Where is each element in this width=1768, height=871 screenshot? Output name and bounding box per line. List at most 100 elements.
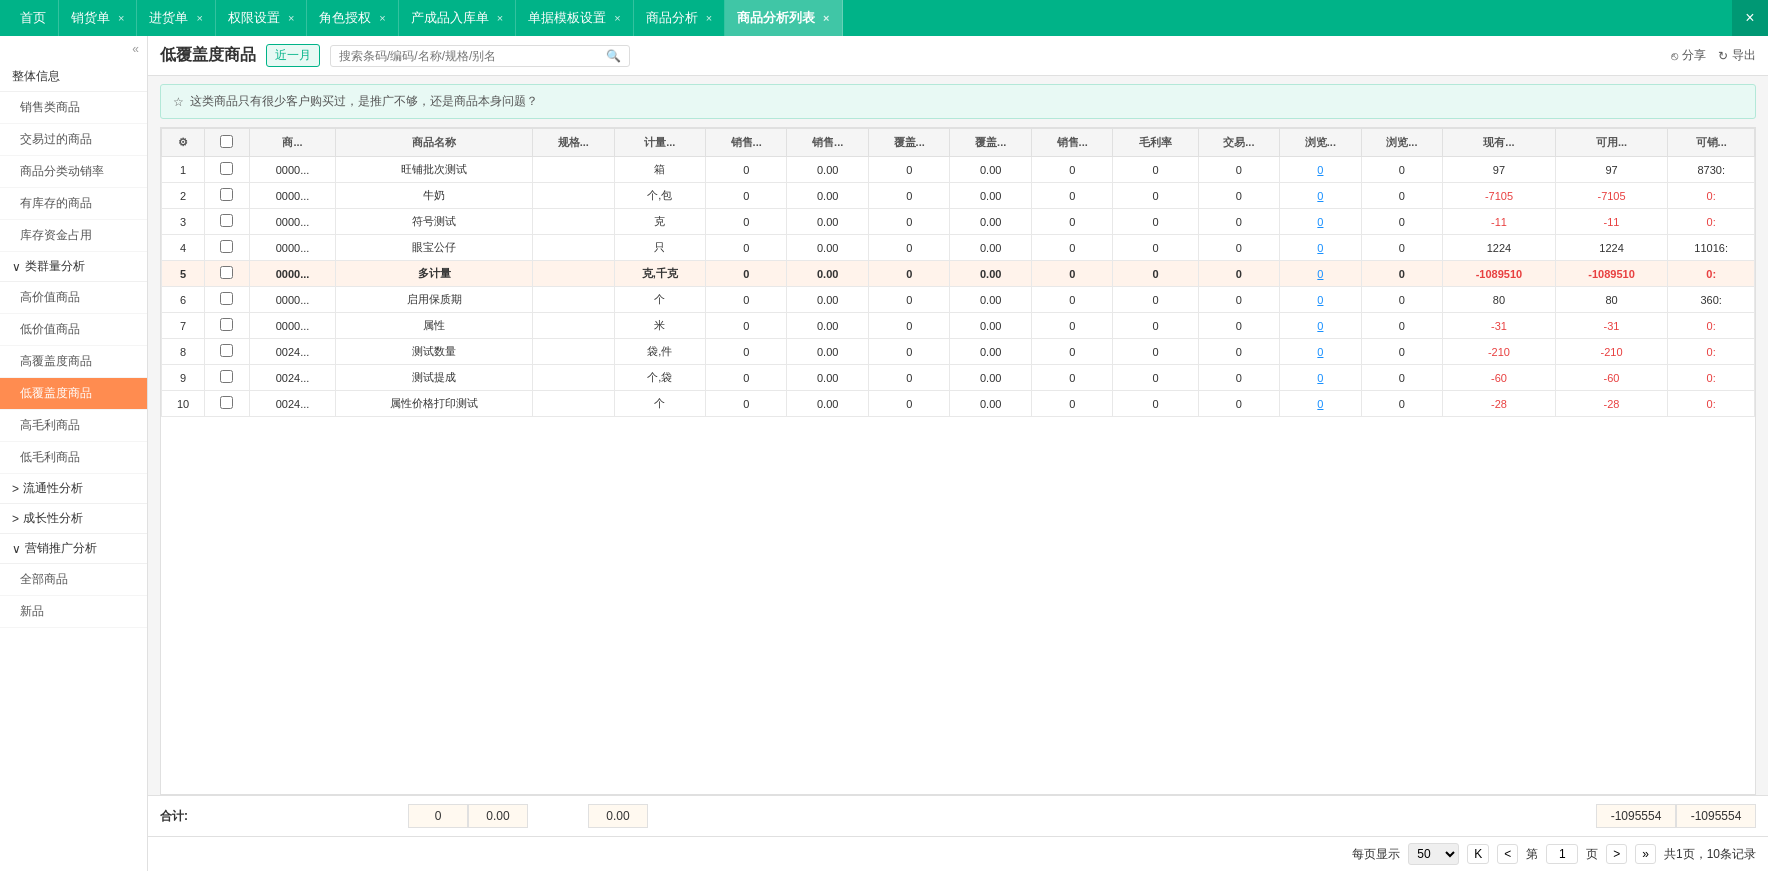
col-available-stock[interactable]: 可用... bbox=[1555, 129, 1668, 157]
row-no: 8 bbox=[162, 339, 205, 365]
nav-tab-perms[interactable]: 权限设置 × bbox=[216, 0, 307, 36]
sidebar-item-new-goods[interactable]: 新品 bbox=[0, 596, 147, 628]
page-number-input[interactable] bbox=[1546, 844, 1578, 864]
row-checkbox[interactable] bbox=[205, 391, 250, 417]
sidebar-item-in-stock[interactable]: 有库存的商品 bbox=[0, 188, 147, 220]
col-cover2[interactable]: 覆盖... bbox=[950, 129, 1032, 157]
row-checkbox[interactable] bbox=[205, 209, 250, 235]
row-name[interactable]: 多计量 bbox=[336, 261, 533, 287]
row-name[interactable]: 牛奶 bbox=[336, 183, 533, 209]
nav-tab-perms-close[interactable]: × bbox=[288, 12, 294, 24]
nav-tab-analysis-close[interactable]: × bbox=[706, 12, 712, 24]
col-browse1[interactable]: 浏览... bbox=[1280, 129, 1362, 157]
nav-tab-sales-close[interactable]: × bbox=[118, 12, 124, 24]
sidebar-overall-header[interactable]: 整体信息 bbox=[0, 62, 147, 92]
row-cover2: 0.00 bbox=[950, 287, 1032, 313]
next-page-button[interactable]: > bbox=[1606, 844, 1627, 864]
sidebar-group-circulation[interactable]: > 流通性分析 bbox=[0, 474, 147, 504]
sidebar-group-growth[interactable]: > 成长性分析 bbox=[0, 504, 147, 534]
sidebar-item-traded-goods[interactable]: 交易过的商品 bbox=[0, 124, 147, 156]
nav-tab-purchase-close[interactable]: × bbox=[196, 12, 202, 24]
col-gross-margin[interactable]: 毛利率 bbox=[1113, 129, 1198, 157]
search-input[interactable] bbox=[339, 49, 602, 63]
row-name[interactable]: 眼宝公仔 bbox=[336, 235, 533, 261]
sidebar-item-low-coverage[interactable]: 低覆盖度商品 bbox=[0, 378, 147, 410]
row-checkbox[interactable] bbox=[205, 183, 250, 209]
row-name[interactable]: 测试数量 bbox=[336, 339, 533, 365]
nav-tab-templates-close[interactable]: × bbox=[614, 12, 620, 24]
share-button[interactable]: ⎋ 分享 bbox=[1671, 47, 1706, 64]
row-browse1[interactable]: 0 bbox=[1280, 235, 1362, 261]
row-checkbox[interactable] bbox=[205, 313, 250, 339]
sidebar-item-high-margin[interactable]: 高毛利商品 bbox=[0, 410, 147, 442]
col-settings[interactable]: ⚙ bbox=[162, 129, 205, 157]
nav-tab-produce-close[interactable]: × bbox=[497, 12, 503, 24]
nav-tab-templates[interactable]: 单据模板设置 × bbox=[516, 0, 633, 36]
row-name[interactable]: 启用保质期 bbox=[336, 287, 533, 313]
last-page-button[interactable]: » bbox=[1635, 844, 1656, 864]
col-sales-qty[interactable]: 销售... bbox=[705, 129, 787, 157]
col-sales-days[interactable]: 销售... bbox=[1031, 129, 1113, 157]
col-spec[interactable]: 规格... bbox=[533, 129, 615, 157]
sidebar-group-cluster[interactable]: ∨ 类群量分析 bbox=[0, 252, 147, 282]
col-checkbox[interactable] bbox=[205, 129, 250, 157]
sidebar-item-capital[interactable]: 库存资金占用 bbox=[0, 220, 147, 252]
sidebar-item-all-goods[interactable]: 全部商品 bbox=[0, 564, 147, 596]
row-name[interactable]: 属性 bbox=[336, 313, 533, 339]
search-box[interactable]: 🔍 bbox=[330, 45, 630, 67]
row-checkbox[interactable] bbox=[205, 261, 250, 287]
col-sales-amt[interactable]: 销售... bbox=[787, 129, 869, 157]
row-browse1[interactable]: 0 bbox=[1280, 365, 1362, 391]
sidebar-group-marketing[interactable]: ∨ 营销推广分析 bbox=[0, 534, 147, 564]
row-browse1[interactable]: 0 bbox=[1280, 391, 1362, 417]
row-code: 0024... bbox=[249, 339, 336, 365]
nav-tab-produce[interactable]: 产成品入库单 × bbox=[399, 0, 516, 36]
first-page-button[interactable]: K bbox=[1467, 844, 1489, 864]
col-browse2[interactable]: 浏览... bbox=[1361, 129, 1443, 157]
col-cover1[interactable]: 覆盖... bbox=[868, 129, 950, 157]
col-current-stock[interactable]: 现有... bbox=[1443, 129, 1556, 157]
sidebar-item-high-value[interactable]: 高价值商品 bbox=[0, 282, 147, 314]
sidebar-item-high-coverage[interactable]: 高覆盖度商品 bbox=[0, 346, 147, 378]
col-name[interactable]: 商品名称 bbox=[336, 129, 533, 157]
sidebar-item-category-rate[interactable]: 商品分类动销率 bbox=[0, 156, 147, 188]
row-name[interactable]: 属性价格打印测试 bbox=[336, 391, 533, 417]
sidebar-item-low-margin[interactable]: 低毛利商品 bbox=[0, 442, 147, 474]
export-button[interactable]: ↻ 导出 bbox=[1718, 47, 1756, 64]
nav-tab-sales[interactable]: 销货单 × bbox=[59, 0, 137, 36]
sidebar-item-low-value[interactable]: 低价值商品 bbox=[0, 314, 147, 346]
date-filter-button[interactable]: 近一月 bbox=[266, 44, 320, 67]
nav-tab-analysis-list[interactable]: 商品分析列表 × bbox=[725, 0, 842, 36]
row-checkbox[interactable] bbox=[205, 157, 250, 183]
nav-tab-purchase[interactable]: 进货单 × bbox=[137, 0, 215, 36]
row-browse1[interactable]: 0 bbox=[1280, 157, 1362, 183]
nav-tab-home[interactable]: 首页 bbox=[8, 0, 59, 36]
col-transaction[interactable]: 交易... bbox=[1198, 129, 1280, 157]
prev-page-button[interactable]: < bbox=[1497, 844, 1518, 864]
row-name[interactable]: 符号测试 bbox=[336, 209, 533, 235]
nav-tab-roles-close[interactable]: × bbox=[379, 12, 385, 24]
row-name[interactable]: 旺铺批次测试 bbox=[336, 157, 533, 183]
nav-tab-analysis[interactable]: 商品分析 × bbox=[634, 0, 725, 36]
row-browse1[interactable]: 0 bbox=[1280, 339, 1362, 365]
sidebar-item-sales-goods[interactable]: 销售类商品 bbox=[0, 92, 147, 124]
row-browse1[interactable]: 0 bbox=[1280, 183, 1362, 209]
select-all-checkbox[interactable] bbox=[220, 135, 233, 148]
nav-tab-roles[interactable]: 角色授权 × bbox=[307, 0, 398, 36]
row-browse1[interactable]: 0 bbox=[1280, 313, 1362, 339]
row-checkbox[interactable] bbox=[205, 287, 250, 313]
row-browse1[interactable]: 0 bbox=[1280, 287, 1362, 313]
col-sellable[interactable]: 可销... bbox=[1668, 129, 1755, 157]
row-checkbox[interactable] bbox=[205, 235, 250, 261]
row-name[interactable]: 测试提成 bbox=[336, 365, 533, 391]
row-checkbox[interactable] bbox=[205, 339, 250, 365]
per-page-select[interactable]: 50 10 20 100 bbox=[1408, 843, 1459, 865]
row-browse1[interactable]: 0 bbox=[1280, 261, 1362, 287]
nav-close-all-button[interactable]: × bbox=[1732, 0, 1768, 36]
col-unit[interactable]: 计量... bbox=[614, 129, 705, 157]
col-code[interactable]: 商... bbox=[249, 129, 336, 157]
sidebar-collapse-button[interactable]: « bbox=[0, 36, 147, 62]
row-browse1[interactable]: 0 bbox=[1280, 209, 1362, 235]
row-checkbox[interactable] bbox=[205, 365, 250, 391]
nav-tab-analysis-list-close[interactable]: × bbox=[823, 12, 829, 24]
